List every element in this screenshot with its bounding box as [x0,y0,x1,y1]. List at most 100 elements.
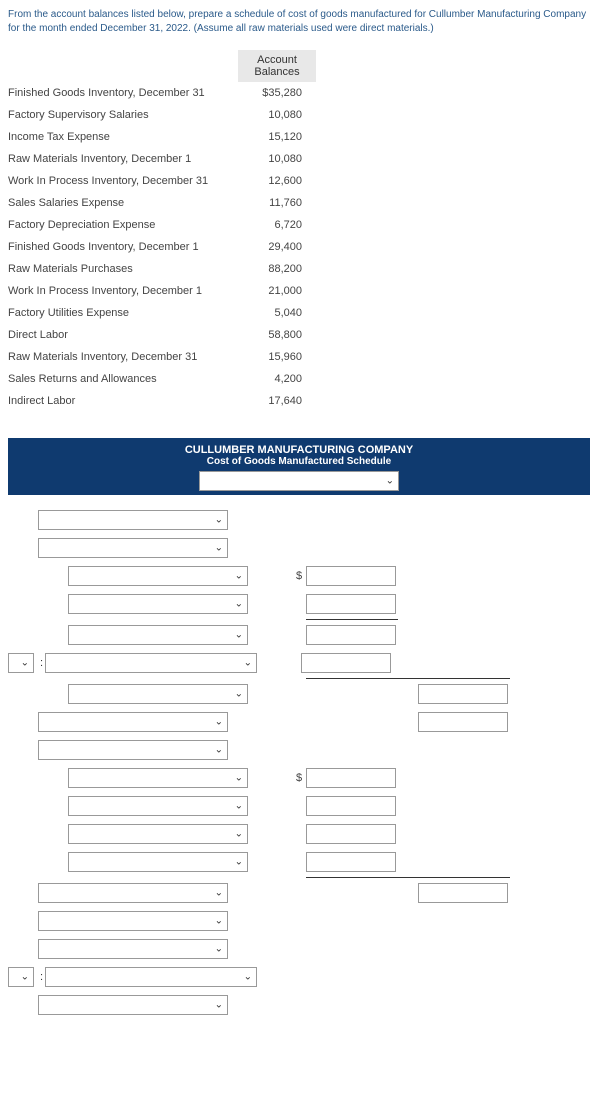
line-item-select[interactable]: ⌄ [68,768,248,788]
line-item-select[interactable]: ⌄ [38,883,228,903]
chevron-down-icon: ⌄ [244,972,252,983]
amount-input[interactable] [306,566,396,586]
sign-select[interactable]: ⌄ [8,653,34,673]
account-name: Work In Process Inventory, December 1 [8,280,238,302]
amount-input[interactable] [306,824,396,844]
account-value: 21,000 [238,280,316,302]
table-row: Sales Returns and Allowances4,200 [8,368,316,390]
account-name: Work In Process Inventory, December 31 [8,170,238,192]
amount-input[interactable] [306,796,396,816]
amount-input[interactable] [306,852,396,872]
account-value: 6,720 [238,214,316,236]
account-value: 5,040 [238,302,316,324]
schedule-body: ⌄ ⌄ ⌄ $ ⌄ ⌄ ⌄ : ⌄ [8,509,590,1016]
balances-header: Account Balances [238,50,316,82]
account-name: Factory Utilities Expense [8,302,238,324]
account-value: 10,080 [238,104,316,126]
line-item-select[interactable]: ⌄ [38,995,228,1015]
account-value: 10,080 [238,148,316,170]
chevron-down-icon: ⌄ [235,773,243,784]
account-value: 88,200 [238,258,316,280]
colon: : [38,657,45,669]
account-name: Sales Returns and Allowances [8,368,238,390]
account-name: Direct Labor [8,324,238,346]
chevron-down-icon: ⌄ [215,1000,223,1011]
account-value: 58,800 [238,324,316,346]
chevron-down-icon: ⌄ [235,599,243,610]
subtotal-rule [306,619,398,620]
account-name: Finished Goods Inventory, December 1 [8,236,238,258]
date-select[interactable]: ⌄ [199,471,399,491]
account-name: Raw Materials Inventory, December 1 [8,148,238,170]
table-row: Factory Depreciation Expense6,720 [8,214,316,236]
line-item-select[interactable]: ⌄ [68,684,248,704]
amount-input[interactable] [418,712,508,732]
colon: : [38,971,45,983]
line-item-select[interactable]: ⌄ [45,967,257,987]
account-name: Raw Materials Purchases [8,258,238,280]
amount-input[interactable] [306,625,396,645]
subtotal-rule [306,678,510,679]
account-balances-table: Account Balances Finished Goods Inventor… [8,50,316,412]
line-item-select[interactable]: ⌄ [68,852,248,872]
chevron-down-icon: ⌄ [235,857,243,868]
chevron-down-icon: ⌄ [235,630,243,641]
chevron-down-icon: ⌄ [21,972,29,983]
chevron-down-icon: ⌄ [215,944,223,955]
line-item-select[interactable]: ⌄ [68,796,248,816]
account-value: 17,640 [238,390,316,412]
table-row: Raw Materials Inventory, December 110,08… [8,148,316,170]
account-value: 29,400 [238,236,316,258]
chevron-down-icon: ⌄ [215,888,223,899]
amount-input[interactable] [306,768,396,788]
line-item-select[interactable]: ⌄ [68,824,248,844]
line-item-select[interactable]: ⌄ [38,740,228,760]
dollar-sign: $ [292,570,306,582]
sign-select[interactable]: ⌄ [8,967,34,987]
line-item-select[interactable]: ⌄ [38,911,228,931]
chevron-down-icon: ⌄ [386,476,394,487]
table-row: Finished Goods Inventory, December 129,4… [8,236,316,258]
line-item-select[interactable]: ⌄ [38,510,228,530]
table-row: Factory Utilities Expense5,040 [8,302,316,324]
line-item-select[interactable]: ⌄ [38,712,228,732]
amount-input[interactable] [418,684,508,704]
chevron-down-icon: ⌄ [235,801,243,812]
account-name: Indirect Labor [8,390,238,412]
account-name: Finished Goods Inventory, December 31 [8,82,238,104]
line-item-select[interactable]: ⌄ [68,625,248,645]
account-name: Factory Supervisory Salaries [8,104,238,126]
line-item-select[interactable]: ⌄ [38,538,228,558]
account-value: 4,200 [238,368,316,390]
account-name: Raw Materials Inventory, December 31 [8,346,238,368]
line-item-select[interactable]: ⌄ [45,653,257,673]
table-row: Direct Labor58,800 [8,324,316,346]
company-name: CULLUMBER MANUFACTURING COMPANY [12,444,586,456]
instructions-text: From the account balances listed below, … [8,8,590,36]
amount-input[interactable] [306,594,396,614]
account-name: Income Tax Expense [8,126,238,148]
chevron-down-icon: ⌄ [235,689,243,700]
schedule-subtitle: Cost of Goods Manufactured Schedule [12,456,586,467]
table-row: Factory Supervisory Salaries10,080 [8,104,316,126]
amount-input[interactable] [418,883,508,903]
dollar-sign: $ [292,772,306,784]
line-item-select[interactable]: ⌄ [68,566,248,586]
chevron-down-icon: ⌄ [21,658,29,669]
account-value: 12,600 [238,170,316,192]
account-name: Sales Salaries Expense [8,192,238,214]
chevron-down-icon: ⌄ [215,515,223,526]
account-name: Factory Depreciation Expense [8,214,238,236]
chevron-down-icon: ⌄ [235,829,243,840]
account-value: $35,280 [238,82,316,104]
line-item-select[interactable]: ⌄ [38,939,228,959]
account-value: 15,120 [238,126,316,148]
chevron-down-icon: ⌄ [215,745,223,756]
chevron-down-icon: ⌄ [244,658,252,669]
table-row: Sales Salaries Expense11,760 [8,192,316,214]
line-item-select[interactable]: ⌄ [68,594,248,614]
table-row: Raw Materials Inventory, December 3115,9… [8,346,316,368]
amount-input[interactable] [301,653,391,673]
chevron-down-icon: ⌄ [215,717,223,728]
schedule-header: CULLUMBER MANUFACTURING COMPANY Cost of … [8,438,590,495]
